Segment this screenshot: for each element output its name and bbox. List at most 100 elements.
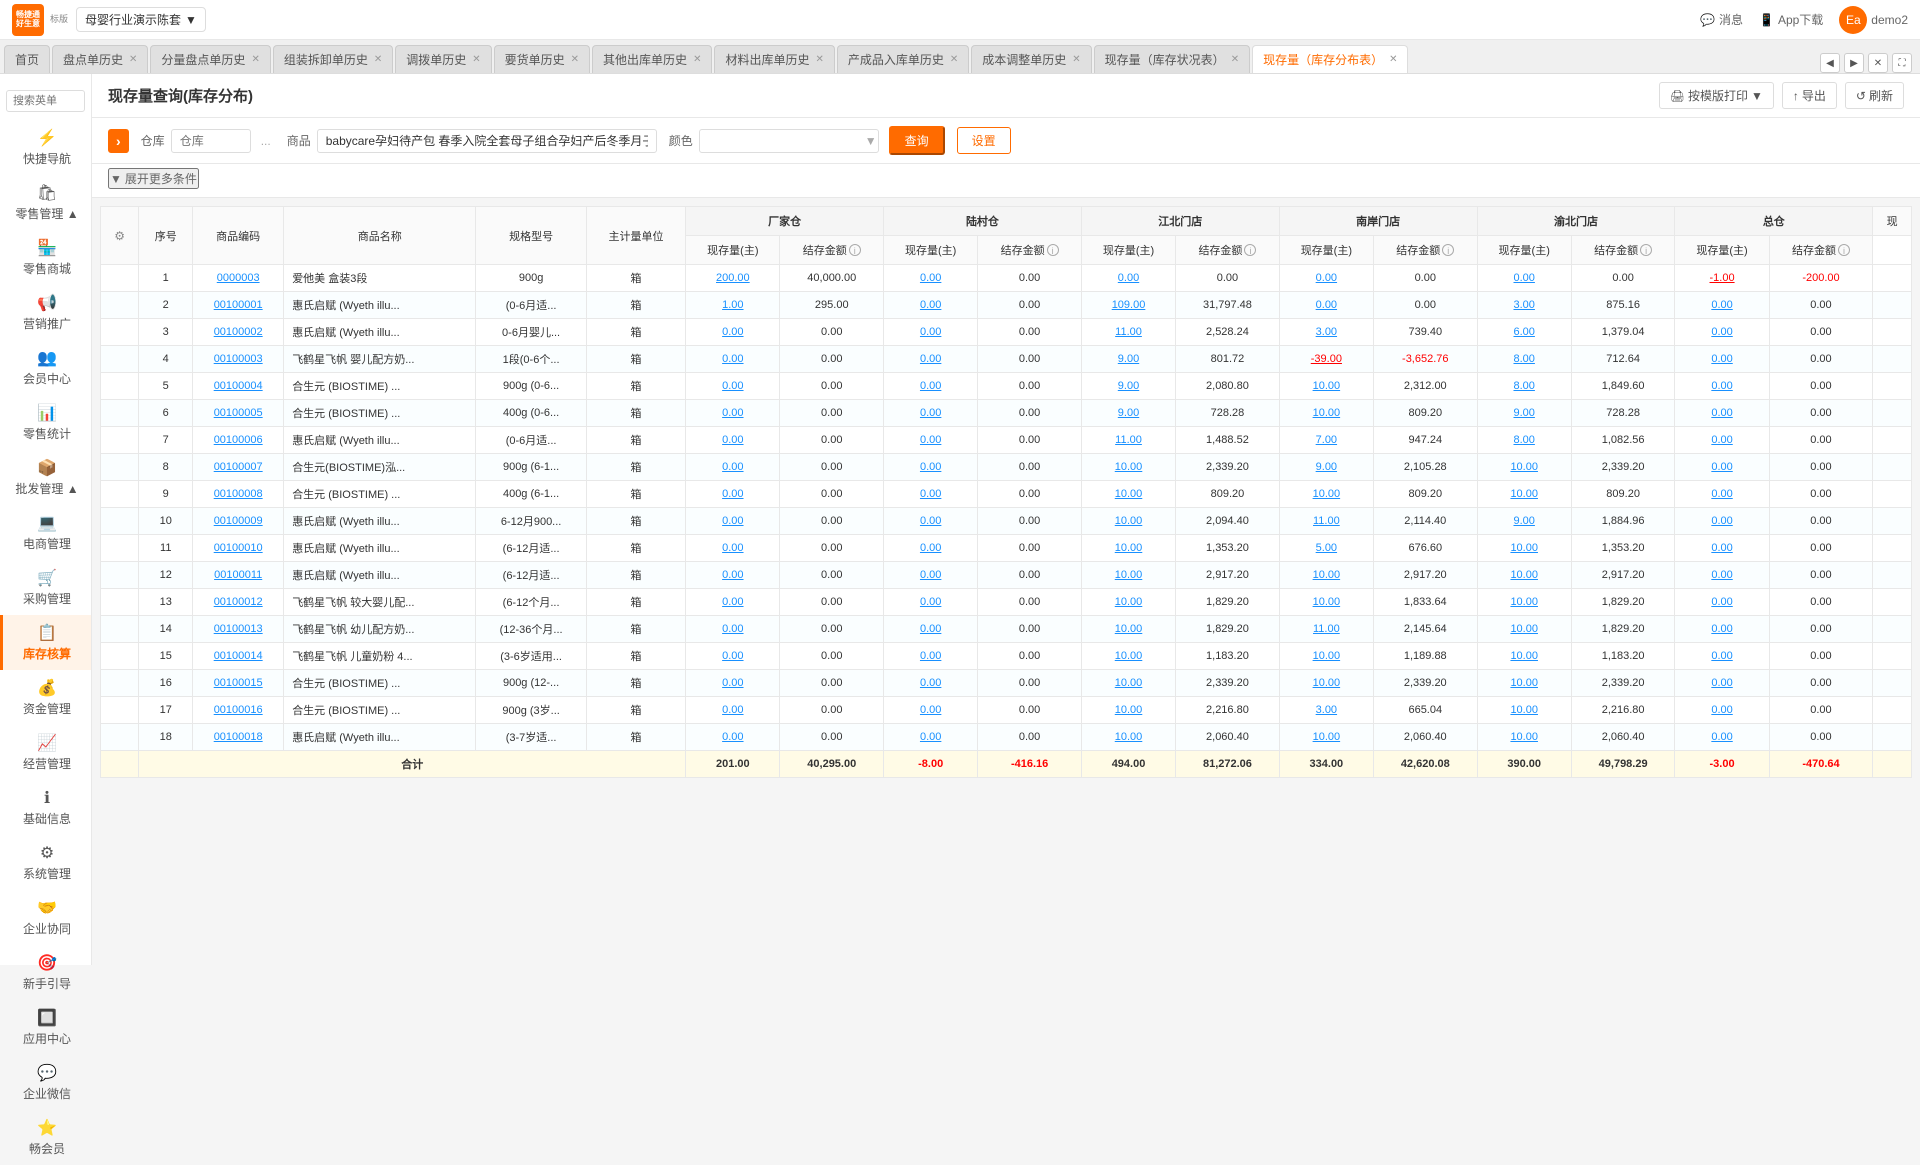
- settings-gear-icon[interactable]: ⚙: [114, 229, 125, 243]
- tab-allocation[interactable]: 调拨单历史✕: [395, 45, 491, 73]
- tab-nav-right[interactable]: ▶: [1844, 53, 1864, 73]
- td-code[interactable]: 00100006: [193, 427, 284, 454]
- tab-close-icon[interactable]: ✕: [374, 54, 382, 65]
- tab-close-icon[interactable]: ✕: [251, 54, 259, 65]
- td-lc-stock[interactable]: 0.00: [884, 265, 978, 292]
- tab-stock_status[interactable]: 现存量（库存状况表）✕: [1094, 45, 1250, 73]
- td-nb-stock[interactable]: 10.00: [1279, 400, 1373, 427]
- td-code[interactable]: 0000003: [193, 265, 284, 292]
- td-yb-stock[interactable]: 10.00: [1477, 670, 1571, 697]
- td-code[interactable]: 00100009: [193, 508, 284, 535]
- td-lc-stock[interactable]: 0.00: [884, 292, 978, 319]
- app-download-btn[interactable]: 📱 App下载: [1759, 11, 1823, 28]
- td-code[interactable]: 00100002: [193, 319, 284, 346]
- td-code[interactable]: 00100003: [193, 346, 284, 373]
- td-code[interactable]: 00100007: [193, 454, 284, 481]
- td-lc-stock[interactable]: 0.00: [884, 643, 978, 670]
- td-nb-stock[interactable]: 0.00: [1279, 265, 1373, 292]
- tab-close-icon[interactable]: ✕: [815, 54, 823, 65]
- td-jb-stock[interactable]: 10.00: [1081, 643, 1175, 670]
- td-lc-stock[interactable]: 0.00: [884, 481, 978, 508]
- td-yb-stock[interactable]: 10.00: [1477, 697, 1571, 724]
- tab-inventory_single[interactable]: 盘点单历史✕: [52, 45, 148, 73]
- td-fc-stock[interactable]: 0.00: [686, 346, 780, 373]
- td-fc-stock[interactable]: 0.00: [686, 535, 780, 562]
- warehouse-dots[interactable]: ...: [257, 134, 275, 148]
- td-nb-stock[interactable]: 11.00: [1279, 616, 1373, 643]
- td-jb-stock[interactable]: 109.00: [1081, 292, 1175, 319]
- message-btn[interactable]: 💬 消息: [1700, 11, 1743, 28]
- td-yb-stock[interactable]: 10.00: [1477, 535, 1571, 562]
- td-nb-stock[interactable]: 3.00: [1279, 319, 1373, 346]
- td-yb-stock[interactable]: 10.00: [1477, 589, 1571, 616]
- td-fc-stock[interactable]: 0.00: [686, 481, 780, 508]
- td-fc-stock[interactable]: 0.00: [686, 319, 780, 346]
- td-jb-stock[interactable]: 10.00: [1081, 670, 1175, 697]
- td-jb-stock[interactable]: 10.00: [1081, 697, 1175, 724]
- tab-cost_adjustment[interactable]: 成本调整单历史✕: [971, 45, 1091, 73]
- tab-close-icon[interactable]: ✕: [1072, 54, 1080, 65]
- td-tot-stock[interactable]: 0.00: [1675, 616, 1769, 643]
- td-code[interactable]: 00100012: [193, 589, 284, 616]
- td-nb-stock[interactable]: 7.00: [1279, 427, 1373, 454]
- td-yb-stock[interactable]: 8.00: [1477, 346, 1571, 373]
- td-nb-stock[interactable]: 11.00: [1279, 508, 1373, 535]
- td-yb-stock[interactable]: 3.00: [1477, 292, 1571, 319]
- td-jb-stock[interactable]: 10.00: [1081, 454, 1175, 481]
- td-code[interactable]: 00100018: [193, 724, 284, 751]
- sidebar-item-new_guide[interactable]: 🎯 新手引导: [0, 945, 91, 1000]
- td-yb-stock[interactable]: 10.00: [1477, 643, 1571, 670]
- sidebar-item-sys_mgmt[interactable]: ⚙ 系统管理: [0, 835, 91, 890]
- tab-close-all[interactable]: ✕: [1868, 53, 1888, 73]
- tab-assembly_disassembly[interactable]: 组装拆卸单历史✕: [273, 45, 393, 73]
- sidebar-item-purchase_mgmt[interactable]: 🛒 采购管理: [0, 560, 91, 615]
- td-jb-stock[interactable]: 10.00: [1081, 508, 1175, 535]
- td-yb-stock[interactable]: 0.00: [1477, 265, 1571, 292]
- td-nb-stock[interactable]: 3.00: [1279, 697, 1373, 724]
- tab-close-icon[interactable]: ✕: [472, 54, 480, 65]
- td-tot-stock[interactable]: 0.00: [1675, 508, 1769, 535]
- td-tot-stock[interactable]: 0.00: [1675, 670, 1769, 697]
- td-yb-stock[interactable]: 10.00: [1477, 481, 1571, 508]
- tab-close-icon[interactable]: ✕: [693, 54, 701, 65]
- tab-maximize[interactable]: ⛶: [1892, 53, 1912, 73]
- td-code[interactable]: 00100004: [193, 373, 284, 400]
- td-lc-stock[interactable]: 0.00: [884, 535, 978, 562]
- info-icon[interactable]: i: [1838, 244, 1850, 256]
- user-btn[interactable]: Ea demo2: [1839, 6, 1908, 34]
- sidebar-item-ecom_mgmt[interactable]: 💻 电商管理: [0, 505, 91, 560]
- tab-close-icon[interactable]: ✕: [129, 54, 137, 65]
- info-icon[interactable]: i: [1442, 244, 1454, 256]
- query-btn[interactable]: 查询: [889, 126, 945, 155]
- sidebar-item-retail_mgmt[interactable]: 🛍 零售管理 ▲: [0, 175, 91, 230]
- export-btn[interactable]: ↑ 导出: [1782, 82, 1837, 109]
- td-code[interactable]: 00100013: [193, 616, 284, 643]
- sidebar-item-retail_stats[interactable]: 📊 零售统计: [0, 395, 91, 450]
- expand-conditions-btn[interactable]: ▼ 展开更多条件: [108, 168, 199, 189]
- td-nb-stock[interactable]: 5.00: [1279, 535, 1373, 562]
- td-nb-stock[interactable]: 9.00: [1279, 454, 1373, 481]
- td-fc-stock[interactable]: 0.00: [686, 373, 780, 400]
- td-tot-stock[interactable]: 0.00: [1675, 373, 1769, 400]
- td-jb-stock[interactable]: 11.00: [1081, 319, 1175, 346]
- td-lc-stock[interactable]: 0.00: [884, 373, 978, 400]
- refresh-btn[interactable]: ↺ 刷新: [1845, 82, 1904, 109]
- td-jb-stock[interactable]: 10.00: [1081, 724, 1175, 751]
- td-nb-stock[interactable]: 10.00: [1279, 643, 1373, 670]
- tab-nav-left[interactable]: ◀: [1820, 53, 1840, 73]
- td-lc-stock[interactable]: 0.00: [884, 346, 978, 373]
- td-fc-stock[interactable]: 0.00: [686, 697, 780, 724]
- tab-close-icon[interactable]: ✕: [571, 54, 579, 65]
- td-lc-stock[interactable]: 0.00: [884, 589, 978, 616]
- sidebar-item-marketing[interactable]: 📢 营销推广: [0, 285, 91, 340]
- td-code[interactable]: 00100008: [193, 481, 284, 508]
- tab-close-icon[interactable]: ✕: [1231, 54, 1239, 65]
- sidebar-item-member_center[interactable]: 👥 会员中心: [0, 340, 91, 395]
- td-fc-stock[interactable]: 0.00: [686, 616, 780, 643]
- expand-arrow-btn[interactable]: ›: [108, 129, 129, 153]
- sidebar-item-inventory_check[interactable]: 📋 库存核算: [0, 615, 91, 670]
- td-code[interactable]: 00100014: [193, 643, 284, 670]
- td-nb-stock[interactable]: 10.00: [1279, 589, 1373, 616]
- td-code[interactable]: 00100015: [193, 670, 284, 697]
- td-nb-stock[interactable]: 0.00: [1279, 292, 1373, 319]
